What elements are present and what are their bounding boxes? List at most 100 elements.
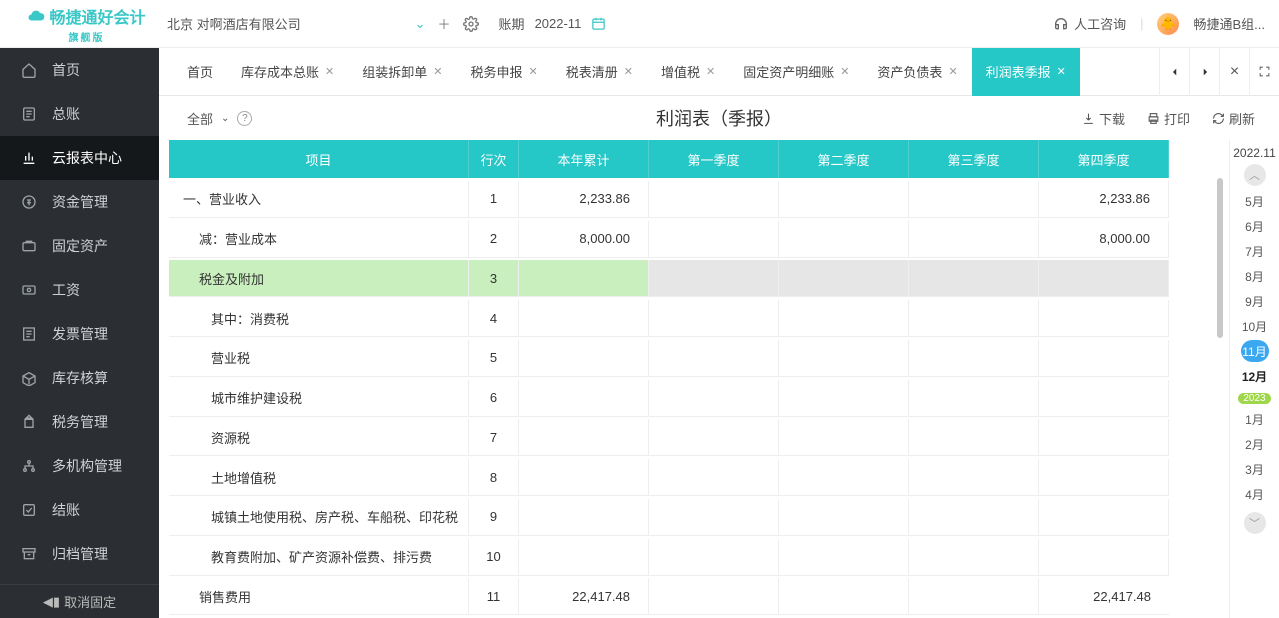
tab-fullscreen[interactable]	[1249, 48, 1279, 96]
sidebar-item-salary[interactable]: 工资	[0, 268, 159, 312]
row-name[interactable]: 城镇土地使用税、房产税、车船税、印花税	[169, 499, 469, 536]
sidebar-item-label: 库存核算	[52, 368, 108, 388]
collapse-icon: ◀▮	[43, 594, 60, 610]
sidebar-item-assets[interactable]: 固定资产	[0, 224, 159, 268]
month-item[interactable]: 8月	[1241, 265, 1269, 287]
row-q3	[909, 181, 1039, 218]
month-item[interactable]: 1月	[1241, 408, 1269, 430]
close-icon[interactable]: ✕	[529, 65, 538, 78]
close-icon[interactable]: ✕	[706, 65, 715, 78]
close-icon[interactable]: ✕	[840, 65, 849, 78]
sidebar-item-ledger[interactable]: 总账	[0, 92, 159, 136]
period-selector[interactable]: 账期 2022-11	[499, 14, 607, 33]
plus-icon[interactable]: ＋	[438, 14, 451, 33]
download-icon	[1082, 112, 1095, 125]
sidebar-item-funds[interactable]: 资金管理	[0, 180, 159, 224]
row-total	[519, 300, 649, 337]
tab[interactable]: 首页	[173, 48, 227, 96]
tab[interactable]: 增值税✕	[647, 48, 729, 96]
refresh-button[interactable]: 刷新	[1212, 109, 1255, 128]
period-label: 账期	[499, 14, 525, 33]
headset-icon	[1053, 16, 1069, 32]
close-icon[interactable]: ✕	[1057, 65, 1066, 78]
row-seq: 5	[469, 340, 519, 377]
print-button[interactable]: 打印	[1147, 109, 1190, 128]
month-scroll-down[interactable]: ﹀	[1244, 512, 1266, 534]
row-total: 8,000.00	[519, 221, 649, 258]
help-icon[interactable]: ?	[237, 111, 252, 126]
user-name[interactable]: 畅捷通B组...	[1193, 14, 1265, 33]
row-name[interactable]: 城市维护建设税	[169, 380, 469, 417]
sidebar-item-inventory[interactable]: 库存核算	[0, 356, 159, 400]
sidebar-collapse[interactable]: ◀▮ 取消固定	[0, 584, 159, 618]
column-header: 第三季度	[909, 140, 1039, 178]
month-item[interactable]: 2月	[1241, 433, 1269, 455]
sidebar-item-org[interactable]: 多机构管理	[0, 444, 159, 488]
gear-icon[interactable]	[463, 16, 479, 32]
download-button[interactable]: 下载	[1082, 109, 1125, 128]
tab-scroll-left[interactable]	[1159, 48, 1189, 96]
month-scroll-up[interactable]: ︿	[1244, 164, 1266, 186]
row-q4	[1039, 539, 1169, 576]
tab-label: 税表清册	[566, 62, 618, 81]
vertical-scrollbar[interactable]	[1215, 178, 1223, 618]
sidebar-item-tax[interactable]: 税务管理	[0, 400, 159, 444]
tab[interactable]: 税务申报✕	[456, 48, 551, 96]
month-item[interactable]: 5月	[1241, 190, 1269, 212]
sidebar-item-invoice[interactable]: 发票管理	[0, 312, 159, 356]
row-q1	[649, 499, 779, 536]
sidebar-item-label: 工资	[52, 280, 80, 300]
month-item[interactable]: 4月	[1241, 483, 1269, 505]
tab[interactable]: 税表清册 ✕	[552, 48, 647, 96]
row-q4	[1039, 380, 1169, 417]
close-icon	[20, 502, 38, 518]
month-item[interactable]: 3月	[1241, 458, 1269, 480]
user-avatar[interactable]: 🐥	[1157, 13, 1179, 35]
month-item[interactable]: 11月	[1241, 340, 1269, 362]
filter-all[interactable]: 全部 ⌄ ?	[187, 109, 252, 128]
tab[interactable]: 组装拆卸单✕	[348, 48, 456, 96]
row-q4	[1039, 459, 1169, 496]
row-name[interactable]: 税金及附加	[169, 260, 469, 297]
tab-close-all[interactable]: ×	[1219, 48, 1249, 96]
support-link[interactable]: 人工咨询	[1053, 14, 1126, 33]
row-q2	[779, 419, 909, 456]
sidebar-item-archive[interactable]: 归档管理	[0, 532, 159, 576]
row-name[interactable]: 土地增值税	[169, 459, 469, 496]
company-selector[interactable]: 北京 对啊酒店有限公司 ⌄ ＋	[159, 14, 479, 33]
column-header: 本年累计	[519, 140, 649, 178]
month-item[interactable]: 7月	[1241, 240, 1269, 262]
sidebar-item-close[interactable]: 结账	[0, 488, 159, 532]
row-name[interactable]: 减：营业成本	[169, 221, 469, 258]
tab[interactable]: 库存成本总账✕	[227, 48, 348, 96]
close-icon[interactable]: ✕	[325, 65, 334, 78]
month-item[interactable]: 12月	[1241, 365, 1269, 387]
sidebar-item-home[interactable]: 首页	[0, 48, 159, 92]
tab-scroll-right[interactable]	[1189, 48, 1219, 96]
close-icon[interactable]: ✕	[624, 65, 633, 78]
row-q3	[909, 260, 1039, 297]
row-name[interactable]: 资源税	[169, 419, 469, 456]
column-header: 第四季度	[1039, 140, 1169, 178]
row-seq: 11	[469, 578, 519, 615]
tab-label: 资产负债表	[877, 62, 942, 81]
year-divider-badge: 2023	[1238, 393, 1270, 404]
row-name[interactable]: 销售费用	[169, 578, 469, 615]
tab[interactable]: 资产负债表 ✕	[863, 48, 971, 96]
company-name: 北京 对啊酒店有限公司	[167, 14, 301, 33]
row-name[interactable]: 其中：消费税	[169, 300, 469, 337]
sidebar-item-reports[interactable]: 云报表中心	[0, 136, 159, 180]
month-item[interactable]: 6月	[1241, 215, 1269, 237]
row-name[interactable]: 营业税	[169, 340, 469, 377]
row-name[interactable]: 教育费附加、矿产资源补偿费、排污费	[169, 539, 469, 576]
close-icon[interactable]: ✕	[948, 65, 957, 78]
month-item[interactable]: 10月	[1241, 315, 1269, 337]
year-month-panel: 2022.11 ︿ 5月6月7月8月9月10月11月12月 2023 1月2月3…	[1229, 140, 1279, 618]
tab-label: 利润表季报	[986, 62, 1051, 81]
tab[interactable]: 利润表季报 ✕	[972, 48, 1080, 96]
table-wrap: 项目行次本年累计第一季度第二季度第三季度第四季度一、营业收入12,233.862…	[159, 140, 1279, 618]
tab[interactable]: 固定资产明细账✕	[729, 48, 863, 96]
row-name[interactable]: 一、营业收入	[169, 181, 469, 218]
close-icon[interactable]: ✕	[433, 65, 442, 78]
month-item[interactable]: 9月	[1241, 290, 1269, 312]
